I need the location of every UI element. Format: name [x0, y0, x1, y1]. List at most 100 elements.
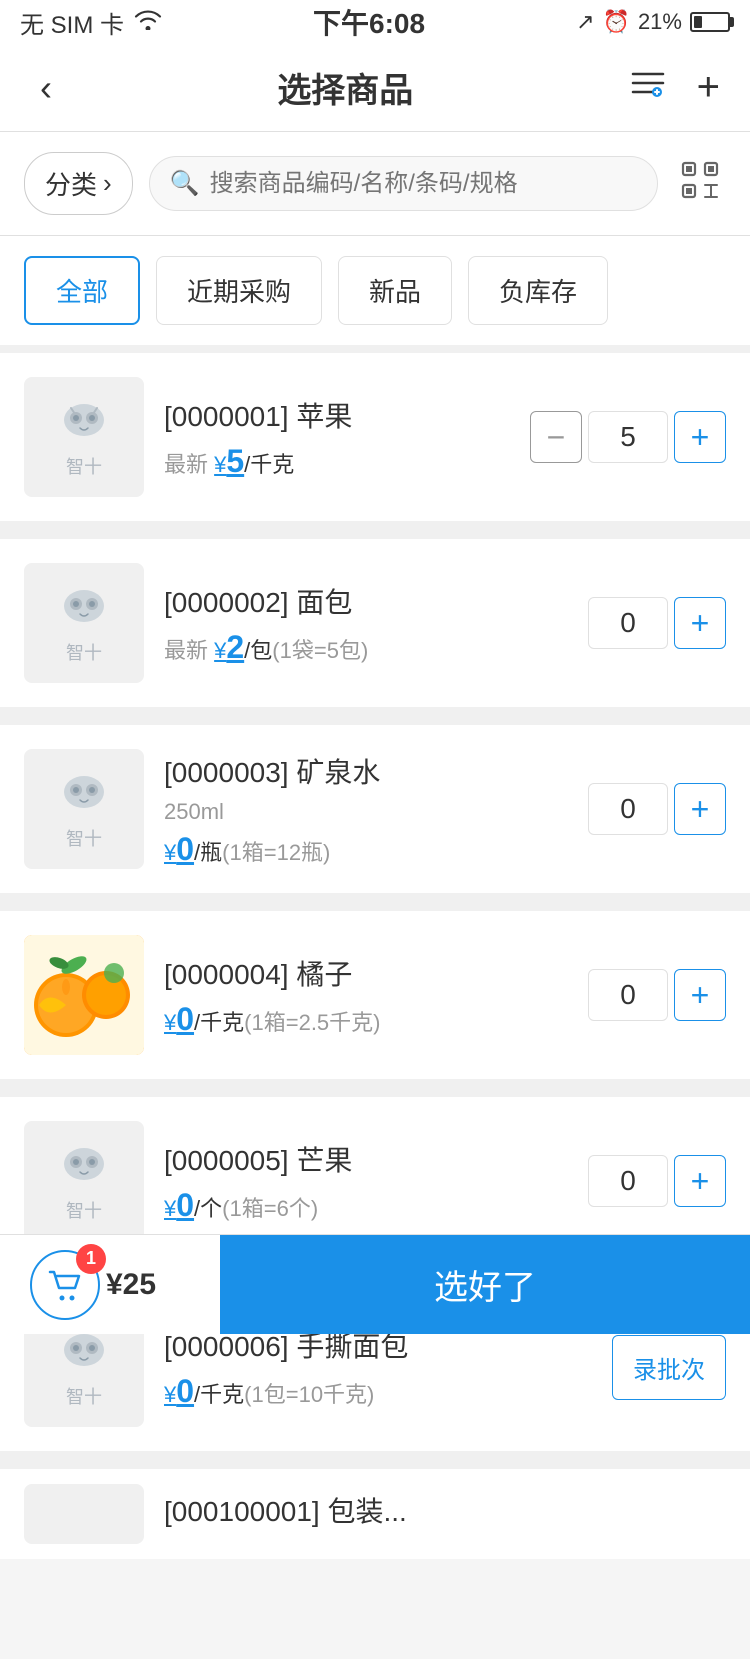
price-label: 最新: [164, 452, 214, 477]
tab-all[interactable]: 全部: [24, 256, 140, 325]
status-time: 下午6:08: [313, 2, 425, 42]
product-item-partial: [000100001] 包装...: [0, 1469, 750, 1559]
separator: [0, 1081, 750, 1097]
tab-new[interactable]: 新品: [338, 256, 452, 325]
price-currency: ¥: [164, 840, 176, 865]
status-left: 无 SIM 卡: [20, 5, 162, 40]
quantity-input[interactable]: [588, 1155, 668, 1207]
owl-text: 智十: [66, 639, 102, 665]
price-note: (1箱=12瓶): [222, 840, 330, 865]
quantity-increase-button[interactable]: +: [674, 597, 726, 649]
separator: [0, 1453, 750, 1469]
tab-negative[interactable]: 负库存: [468, 256, 608, 325]
status-bar: 无 SIM 卡 下午6:08 ↗ ⏰ 21%: [0, 0, 750, 44]
product-info: [0000003] 矿泉水 250ml ¥0/瓶(1箱=12瓶): [164, 751, 588, 868]
quantity-control: − +: [530, 411, 726, 463]
cart-icon[interactable]: 1: [30, 1250, 100, 1320]
product-info: [0000001] 苹果 最新 ¥5/千克: [164, 395, 530, 480]
filter-tabs: 全部 近期采购 新品 负库存: [0, 236, 750, 353]
price-unit: /千克: [194, 1382, 244, 1407]
scan-button[interactable]: [674, 154, 726, 214]
product-item: 智十 [0000001] 苹果 最新 ¥5/千克 − +: [0, 353, 750, 521]
product-item: 智十 [0000002] 面包 最新 ¥2/包(1袋=5包) +: [0, 539, 750, 707]
quantity-control: +: [588, 597, 726, 649]
price-number: 2: [226, 629, 244, 665]
product-list: 智十 [0000001] 苹果 最新 ¥5/千克 − +: [0, 353, 750, 1559]
owl-icon: [57, 1140, 111, 1193]
wifi-icon: [134, 8, 162, 37]
price-note: (1袋=5包): [272, 638, 368, 663]
product-image: [24, 935, 144, 1055]
cart-area: 1 ¥25: [0, 1250, 220, 1320]
product-name: [000100001] 包装...: [164, 1490, 726, 1530]
owl-text: 智十: [66, 1383, 102, 1409]
price-unit: /包: [244, 638, 272, 663]
nav-actions: +: [629, 65, 720, 110]
separator: [0, 895, 750, 911]
filter-button[interactable]: [629, 66, 667, 109]
quantity-input[interactable]: [588, 783, 668, 835]
price-unit: /瓶: [194, 840, 222, 865]
product-name: [0000002] 面包: [164, 581, 588, 621]
product-image: 智十: [24, 377, 144, 497]
price-label: 最新: [164, 638, 214, 663]
category-button[interactable]: 分类 ›: [24, 152, 133, 215]
product-info: [000100001] 包装...: [164, 1490, 726, 1538]
tab-recent[interactable]: 近期采购: [156, 256, 322, 325]
product-info: [0000006] 手撕面包 ¥0/千克(1包=10千克): [164, 1325, 612, 1410]
owl-icon: [57, 768, 111, 821]
search-input[interactable]: [210, 170, 637, 198]
product-item: [0000004] 橘子 ¥0/千克(1箱=2.5千克) +: [0, 911, 750, 1079]
cart-badge: 1: [76, 1244, 106, 1274]
price-unit: /千克: [244, 452, 294, 477]
price-number: 0: [176, 831, 194, 867]
price-number: 0: [176, 1373, 194, 1409]
owl-icon: [57, 396, 111, 449]
quantity-increase-button[interactable]: +: [674, 969, 726, 1021]
search-icon: 🔍: [170, 169, 200, 198]
price-unit: /千克: [194, 1010, 244, 1035]
owl-text: 智十: [66, 825, 102, 851]
product-price: ¥0/个(1箱=6个): [164, 1187, 588, 1224]
product-price: 最新 ¥5/千克: [164, 443, 530, 480]
search-area: 分类 › 🔍: [0, 132, 750, 236]
product-price: ¥0/千克(1箱=2.5千克): [164, 1001, 588, 1038]
product-image: 智十: [24, 563, 144, 683]
product-price: ¥0/千克(1包=10千克): [164, 1373, 612, 1410]
quantity-increase-button[interactable]: +: [674, 411, 726, 463]
confirm-button[interactable]: 选好了: [220, 1235, 750, 1334]
batch-button[interactable]: 录批次: [612, 1335, 726, 1400]
status-right: ↗ ⏰ 21%: [576, 9, 730, 35]
price-currency: ¥: [164, 1196, 176, 1221]
cart-total: ¥25: [106, 1268, 156, 1302]
battery-percent: 21%: [638, 9, 682, 35]
product-name: [0000004] 橘子: [164, 953, 588, 993]
price-unit: /个: [194, 1196, 222, 1221]
owl-icon: [57, 582, 111, 635]
price-note: (1箱=2.5千克): [244, 1010, 380, 1035]
quantity-increase-button[interactable]: +: [674, 783, 726, 835]
price-number: 5: [226, 443, 244, 479]
product-price: 最新 ¥2/包(1袋=5包): [164, 629, 588, 666]
quantity-decrease-button[interactable]: −: [530, 411, 582, 463]
price-note: (1包=10千克): [244, 1382, 374, 1407]
quantity-control: +: [588, 783, 726, 835]
product-item: 智十 [0000003] 矿泉水 250ml ¥0/瓶(1箱=12瓶) +: [0, 725, 750, 893]
product-info: [0000004] 橘子 ¥0/千克(1箱=2.5千克): [164, 953, 588, 1038]
product-image: 智十: [24, 749, 144, 869]
quantity-increase-button[interactable]: +: [674, 1155, 726, 1207]
quantity-input[interactable]: [588, 411, 668, 463]
product-name: [0000005] 芒果: [164, 1139, 588, 1179]
category-chevron-icon: ›: [103, 168, 112, 199]
quantity-input[interactable]: [588, 969, 668, 1021]
product-spec: 250ml: [164, 799, 588, 825]
owl-text: 智十: [66, 1197, 102, 1223]
bottom-bar: 1 ¥25 选好了: [0, 1234, 750, 1334]
product-info: [0000002] 面包 最新 ¥2/包(1袋=5包): [164, 581, 588, 666]
nav-bar: ‹ 选择商品 +: [0, 44, 750, 132]
back-button[interactable]: ‹: [30, 57, 62, 119]
price-currency: ¥: [164, 1382, 176, 1407]
quantity-input[interactable]: [588, 597, 668, 649]
add-button[interactable]: +: [697, 65, 720, 110]
alarm-icon: ⏰: [603, 9, 630, 35]
